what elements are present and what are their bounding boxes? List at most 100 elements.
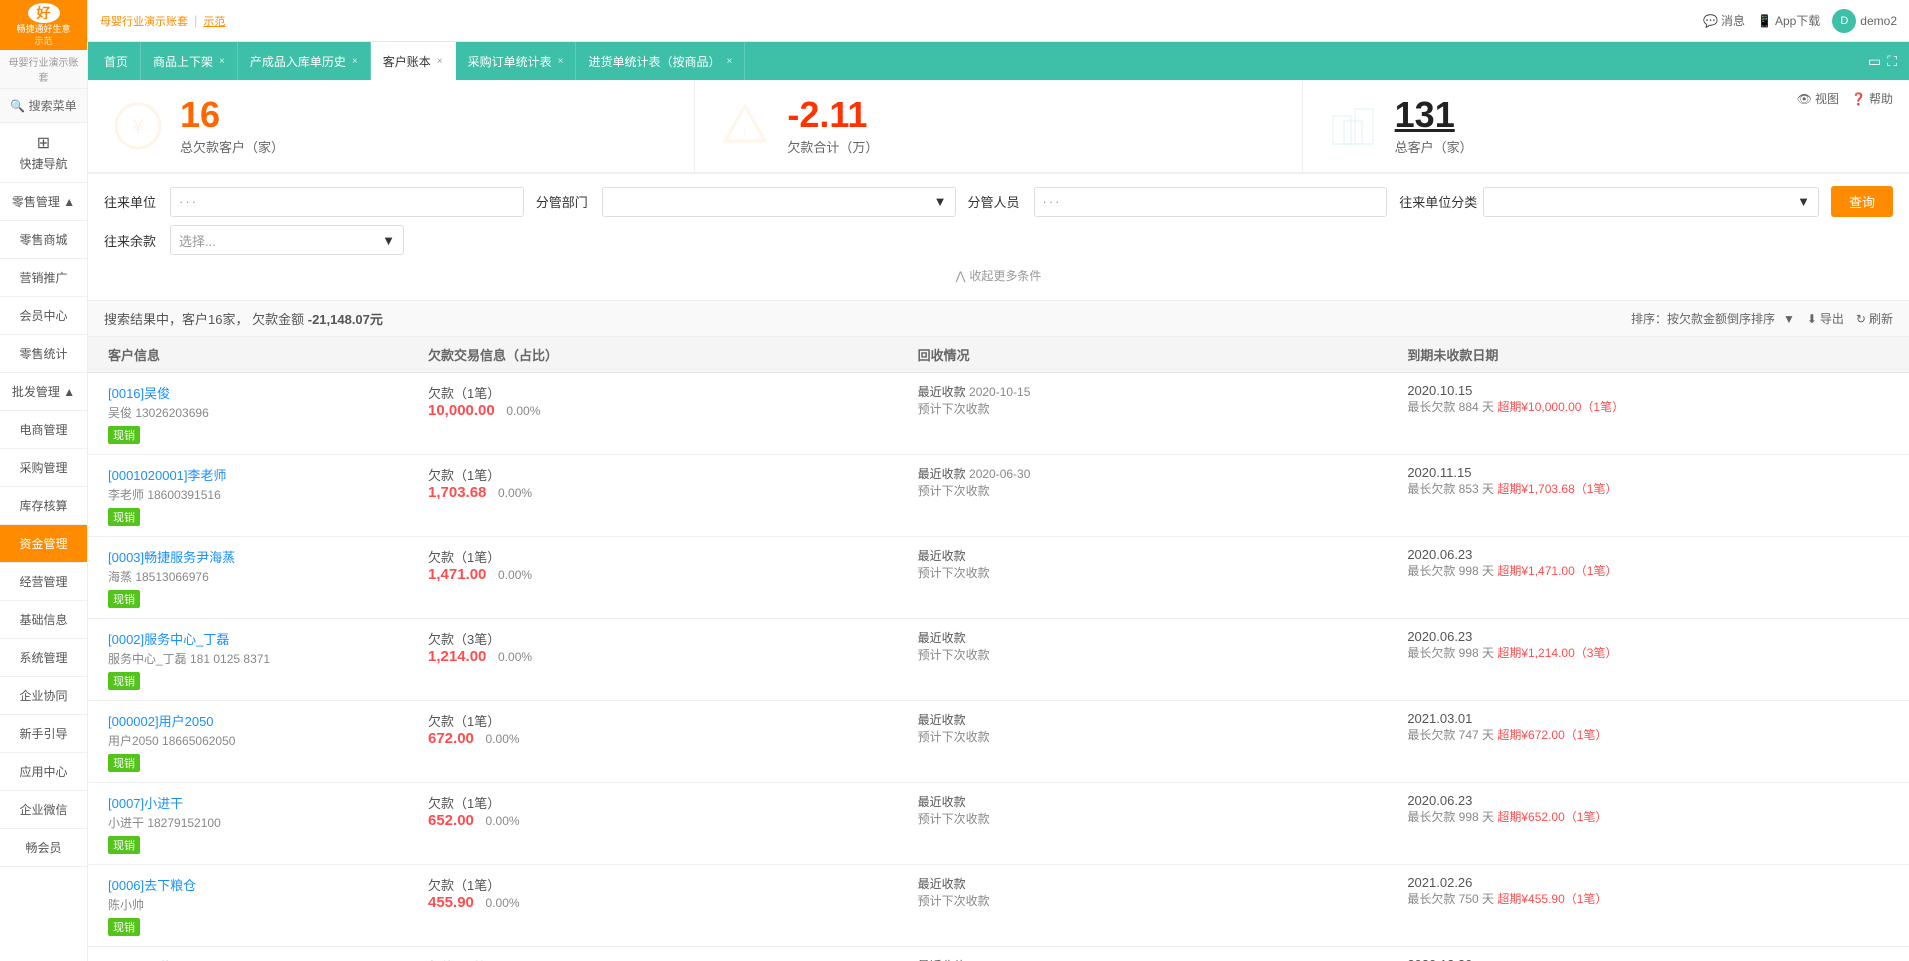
filter-fenguan-renyuan: 分管人员 ··· [968, 187, 1388, 217]
tab-caigou[interactable]: 采购订单统计表 × [456, 42, 577, 80]
customer-name-3[interactable]: [0002]服务中心_丁磊 [108, 629, 420, 648]
table-row: [0006]去下粮仓 陈小帅 现销 欠款（1笔） 455.90 0.00% 最 [88, 865, 1909, 947]
tab-expand[interactable]: ⛶ [1887, 53, 1897, 70]
customer-tag-5: 现销 [108, 836, 140, 854]
collapse-btn[interactable]: ⋀ 收起更多条件 [956, 267, 1042, 284]
sidebar-item-xitongguanli[interactable]: 系统管理 [0, 639, 87, 677]
customer-sub-4: 用户2050 18665062050 [108, 732, 420, 749]
tab-chanpin[interactable]: 产成品入库单历史 × [238, 42, 371, 80]
col-header-0: 客户信息 [104, 345, 424, 364]
tab-actions: ▭ ⛶ [1860, 53, 1905, 70]
sidebar-item-huiyuan[interactable]: 会员中心 [0, 297, 87, 335]
customer-name-7[interactable]: [000001]黄思源 [108, 957, 420, 961]
debt-info-5: 欠款（1笔） 652.00 0.00% [424, 793, 914, 829]
tab-close-kehu[interactable]: × [437, 56, 443, 67]
sidebar-item-qiyexieyi[interactable]: 企业协同 [0, 677, 87, 715]
avatar-icon: D [1832, 9, 1856, 33]
tab-minimize[interactable]: ▭ [1868, 53, 1881, 70]
filter-select-bumen[interactable]: ▼ [602, 187, 956, 217]
sidebar-item-yingyongzhongxin[interactable]: 应用中心 [0, 753, 87, 791]
data-table: 客户信息 欠款交易信息（占比） 回收情况 到期未收款日期 [0016]吴俊 吴俊… [88, 337, 1909, 961]
sidebar-item-lingshoji[interactable]: 零售统计 [0, 335, 87, 373]
sidebar-item-pifaguanli[interactable]: 批发管理 ▲ [0, 373, 87, 411]
debt-amount-0: 10,000.00 [428, 402, 495, 419]
sidebar-item-changhui[interactable]: 畅会员 [0, 829, 87, 867]
sidebar-item-qiyeweixin[interactable]: 企业微信 [0, 791, 87, 829]
stats-label-1: 总欠款客户（家） [180, 137, 674, 156]
tab-home[interactable]: 首页 [92, 42, 141, 80]
customer-info-3: [0002]服务中心_丁磊 服务中心_丁磊 181 0125 8371 现销 [104, 629, 424, 690]
user-avatar[interactable]: D demo2 [1832, 9, 1897, 33]
export-btn[interactable]: ⬇ 导出 [1807, 310, 1844, 327]
overdue-amount-link-4[interactable]: 超期¥672.00（1笔） [1497, 728, 1607, 742]
customer-info-7: [000001]黄思源 黄思源 13552700226 现销 [104, 957, 424, 961]
svg-text:¥: ¥ [131, 116, 144, 138]
app-download-btn[interactable]: 📱 App下载 [1757, 12, 1820, 29]
sidebar-item-jichuxinxi[interactable]: 基础信息 [0, 601, 87, 639]
company-subtitle: 母婴行业演示账套 [0, 50, 87, 89]
content-area: ¥ 16 总欠款客户（家） ! [88, 80, 1909, 961]
filter-wanglaidanwei: 往来单位 ··· [104, 187, 524, 217]
sidebar-item-dianshangguan[interactable]: 电商管理 [0, 411, 87, 449]
recovery-info-3: 最近收款 预计下次收款 [914, 629, 1404, 663]
view-btn[interactable]: 👁 视图 [1797, 90, 1839, 107]
debt-info-0: 欠款（1笔） 10,000.00 0.00% [424, 383, 914, 419]
refresh-btn[interactable]: ↻ 刷新 [1856, 310, 1893, 327]
refresh-icon: ↻ [1856, 312, 1866, 326]
back-link[interactable]: 示范 [203, 13, 225, 29]
tab-close-jinghuo[interactable]: × [726, 56, 732, 67]
customer-name-5[interactable]: [0007]小进干 [108, 793, 420, 812]
tab-shangpin[interactable]: 商品上下架 × [141, 42, 238, 80]
sidebar-item-jingyingguanli[interactable]: 经营管理 [0, 563, 87, 601]
stats-body-2: -2.11 欠款合计（万） [787, 97, 1281, 156]
filter-input-renyuan[interactable]: ··· [1034, 187, 1388, 217]
sidebar-item-caigouguan[interactable]: 采购管理 [0, 449, 87, 487]
filter-select-fenlei[interactable]: ▼ [1483, 187, 1819, 217]
customer-name-4[interactable]: [000002]用户2050 [108, 711, 420, 730]
help-btn[interactable]: ❓ 帮助 [1851, 90, 1893, 107]
due-date-info-1: 2020.11.15 最长欠款 853 天 超期¥1,703.68（1笔） [1403, 465, 1893, 497]
filter-input-danwei[interactable]: ··· [170, 187, 524, 217]
sort-select[interactable]: 排序：按欠款金额倒序排序 ▼ [1631, 310, 1795, 327]
query-button[interactable]: 查询 [1831, 186, 1893, 217]
sidebar-item-xinshouyindao[interactable]: 新手引导 [0, 715, 87, 753]
sidebar-item-kucunhesuan[interactable]: 库存核算 [0, 487, 87, 525]
col-header-2: 回收情况 [914, 345, 1404, 364]
sidebar-item-lingshoup[interactable]: 零售管理 ▲ [0, 183, 87, 221]
results-bar: 搜索结果中，客户16家， 欠款金额 -21,148.07元 排序：按欠款金额倒序… [88, 301, 1909, 337]
debt-info-1: 欠款（1笔） 1,703.68 0.00% [424, 465, 914, 501]
overdue-amount-link-6[interactable]: 超期¥455.90（1笔） [1497, 892, 1607, 906]
sidebar-item-kuaijie[interactable]: ⊞ 快捷导航 [0, 123, 87, 183]
overdue-amount-link-1[interactable]: 超期¥1,703.68（1笔） [1497, 482, 1617, 496]
filter-row-2: 往来余款 选择... ▼ [104, 225, 1893, 255]
customer-sub-0: 吴俊 13026203696 [108, 404, 420, 421]
tab-jinghuo[interactable]: 进货单统计表（按商品） × [576, 42, 745, 80]
sidebar-item-yingxiao[interactable]: 营销推广 [0, 259, 87, 297]
sidebar-item-lingshoshanghui[interactable]: 零售商城 [0, 221, 87, 259]
filter-label-danwei: 往来单位 [104, 192, 164, 211]
overdue-amount-link-2[interactable]: 超期¥1,471.00（1笔） [1497, 564, 1617, 578]
overdue-amount-link-5[interactable]: 超期¥652.00（1笔） [1497, 810, 1607, 824]
customer-name-0[interactable]: [0016]吴俊 [108, 383, 420, 402]
username-label: demo2 [1860, 14, 1897, 28]
overdue-amount-link-0[interactable]: 超期¥10,000.00（1笔） [1497, 400, 1624, 414]
tab-kehu[interactable]: 客户账本 × [371, 42, 456, 80]
stats-card-3: 131 总客户（家） 👁 视图 ❓ 帮助 [1303, 80, 1909, 172]
due-date-info-2: 2020.06.23 最长欠款 998 天 超期¥1,471.00（1笔） [1403, 547, 1893, 579]
tab-close-shangpin[interactable]: × [219, 56, 225, 67]
search-menu[interactable]: 🔍 搜索菜单 [0, 89, 87, 123]
tab-close-chanpin[interactable]: × [352, 56, 358, 67]
chevron-down-icon-yukuan: ▼ [382, 233, 395, 248]
sidebar-item-zijinguanli[interactable]: 资金管理 [0, 525, 87, 563]
customer-info-0: [0016]吴俊 吴俊 13026203696 现销 [104, 383, 424, 444]
overdue-amount-link-3[interactable]: 超期¥1,214.00（3笔） [1497, 646, 1617, 660]
tab-close-caigou[interactable]: × [558, 56, 564, 67]
stats-icon-3 [1323, 96, 1383, 156]
customer-name-6[interactable]: [0006]去下粮仓 [108, 875, 420, 894]
results-info: 搜索结果中，客户16家， 欠款金额 -21,148.07元 [104, 309, 383, 328]
customer-name-1[interactable]: [0001020001]李老师 [108, 465, 420, 484]
customer-tag-2: 现销 [108, 590, 140, 608]
filter-select-yukuan[interactable]: 选择... ▼ [170, 225, 404, 255]
message-btn[interactable]: 💬 消息 [1703, 12, 1745, 29]
customer-name-2[interactable]: [0003]畅捷服务尹海蒸 [108, 547, 420, 566]
